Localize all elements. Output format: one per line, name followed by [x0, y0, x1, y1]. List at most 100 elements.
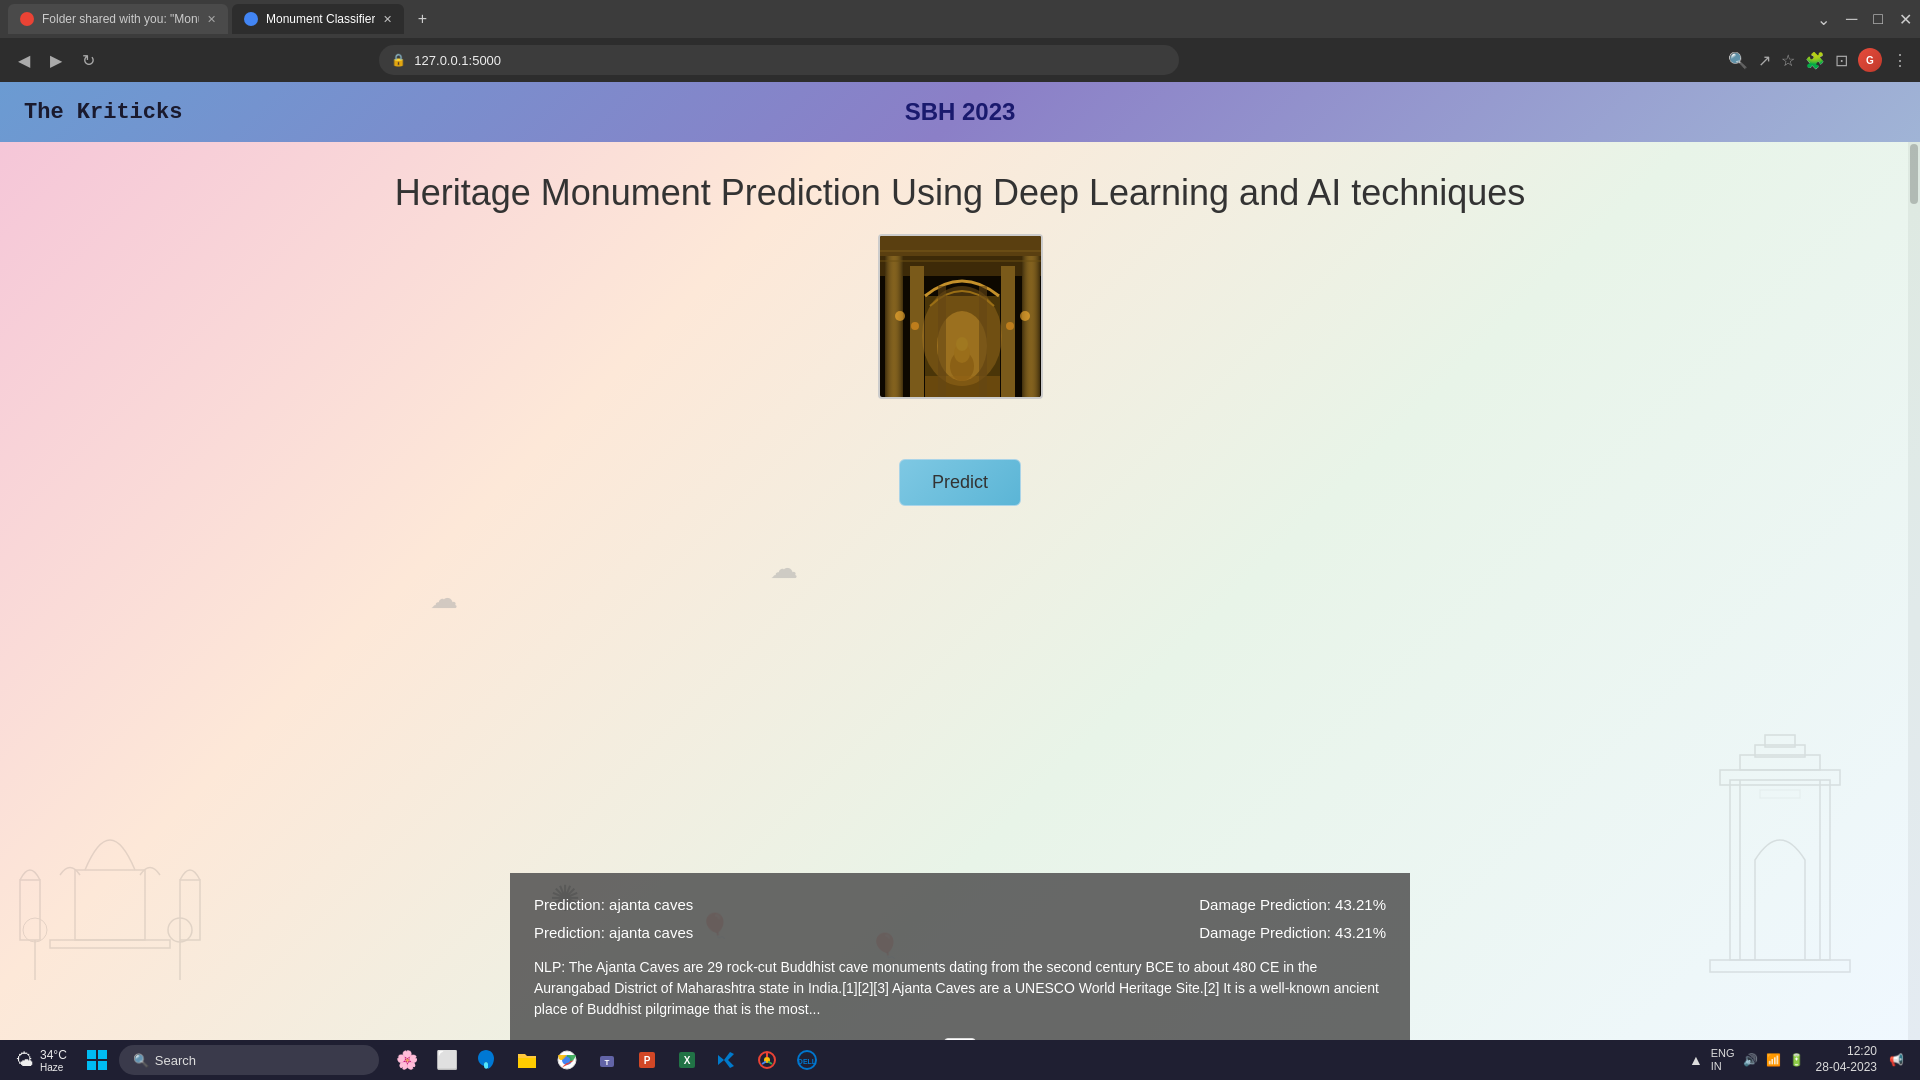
tab-bar: Folder shared with you: "Monum... ✕ Monu…: [0, 0, 1920, 38]
minimize-button[interactable]: ─: [1846, 10, 1857, 28]
svg-rect-41: [87, 1061, 96, 1070]
gmail-tab[interactable]: Folder shared with you: "Monum... ✕: [8, 4, 228, 34]
chrome-logo: [557, 1050, 577, 1070]
taskbar-weather: 🌤 34°C Haze: [8, 1048, 75, 1073]
main-content: Heritage Monument Prediction Using Deep …: [0, 142, 1920, 1040]
address-bar[interactable]: 🔒 127.0.0.1:5000: [379, 45, 1179, 75]
svg-rect-5: [910, 266, 924, 399]
monument-image: [880, 236, 1043, 399]
nav-bar: ◀ ▶ ↻ 🔒 127.0.0.1:5000 🔍 ↗ ☆ 🧩 ⊡ G ⋮: [0, 38, 1920, 82]
monument-decoration-left: [0, 730, 220, 980]
app-tab[interactable]: Monument Classifier ✕: [232, 4, 404, 34]
svg-text:P: P: [643, 1055, 650, 1066]
date-display: 28-04-2023: [1816, 1060, 1877, 1076]
event-title: SBH 2023: [905, 98, 1016, 126]
gmail-favicon: [20, 12, 34, 26]
bookmark-icon[interactable]: ☆: [1781, 51, 1795, 70]
svg-rect-25: [50, 940, 170, 948]
taskbar-search-icon: 🔍: [133, 1053, 149, 1068]
image-upload-area[interactable]: [878, 234, 1043, 399]
powerpoint-icon[interactable]: P: [631, 1044, 663, 1076]
taskbar: 🌤 34°C Haze 🔍 Search 🌸 ⬜: [0, 1040, 1920, 1080]
results-panel: Prediction: ajanta caves Prediction: aja…: [510, 873, 1410, 1040]
app-tab-close[interactable]: ✕: [383, 13, 392, 26]
excel-icon[interactable]: X: [671, 1044, 703, 1076]
zoom-icon[interactable]: 🔍: [1728, 51, 1748, 70]
taskbar-app-icons: 🌸 ⬜: [391, 1044, 823, 1076]
page-title: Heritage Monument Prediction Using Deep …: [395, 172, 1526, 214]
svg-rect-37: [1710, 960, 1850, 972]
svg-rect-4: [885, 256, 903, 399]
url-text: 127.0.0.1:5000: [414, 53, 501, 68]
predict-button[interactable]: Predict: [899, 459, 1021, 506]
svg-rect-7: [1022, 256, 1040, 399]
volume-icon[interactable]: 🔊: [1743, 1053, 1758, 1067]
svg-point-45: [564, 1057, 570, 1063]
share-icon[interactable]: ↗: [1758, 51, 1771, 70]
extensions-icon[interactable]: 🧩: [1805, 51, 1825, 70]
menu-icon[interactable]: ⋮: [1892, 51, 1908, 70]
teams-icon[interactable]: T: [591, 1044, 623, 1076]
start-button[interactable]: [79, 1042, 115, 1078]
task-view-icon[interactable]: ⬜: [431, 1044, 463, 1076]
tray-arrow[interactable]: ▲: [1689, 1052, 1703, 1068]
taskbar-clock[interactable]: 12:20 28-04-2023: [1816, 1044, 1877, 1075]
chrome-icon[interactable]: [551, 1044, 583, 1076]
edge-logo: [477, 1050, 497, 1070]
lang-indicator: ENGIN: [1711, 1047, 1735, 1073]
app-header: The Kriticks SBH 2023: [0, 82, 1920, 142]
battery-icon[interactable]: 🔋: [1789, 1053, 1804, 1067]
weather-icon: 🌤: [16, 1050, 34, 1071]
svg-point-19: [1006, 322, 1014, 330]
svg-rect-38: [1760, 790, 1800, 798]
vscode-logo: [717, 1050, 737, 1070]
scrollbar[interactable]: [1908, 142, 1920, 1040]
taskbar-search[interactable]: 🔍 Search: [119, 1045, 379, 1075]
app-favicon: [244, 12, 258, 26]
taskbar-search-label: Search: [155, 1053, 196, 1068]
monument-decoration-right: [1640, 730, 1920, 980]
windows-logo: [87, 1050, 107, 1070]
widgets-icon[interactable]: 🌸: [391, 1044, 423, 1076]
results-top: Prediction: ajanta caves Prediction: aja…: [534, 893, 1386, 945]
tab-list-button[interactable]: ⌄: [1817, 10, 1830, 29]
wifi-icon[interactable]: 📶: [1766, 1053, 1781, 1067]
svg-rect-40: [98, 1050, 107, 1059]
close-window-button[interactable]: ✕: [1899, 10, 1912, 29]
weather-info: 34°C Haze: [40, 1048, 67, 1073]
profile-avatar[interactable]: G: [1858, 48, 1882, 72]
maximize-button[interactable]: □: [1873, 10, 1883, 28]
nav-right-controls: 🔍 ↗ ☆ 🧩 ⊡ G ⋮: [1728, 48, 1908, 72]
file-explorer-icon[interactable]: [511, 1044, 543, 1076]
svg-rect-39: [87, 1050, 96, 1059]
system-tray: ▲ ENGIN 🔊 📶 🔋: [1689, 1047, 1804, 1073]
edge-icon[interactable]: [471, 1044, 503, 1076]
sidebar-icon[interactable]: ⊡: [1835, 51, 1848, 70]
forward-button[interactable]: ▶: [44, 47, 68, 74]
svg-rect-21: [979, 286, 987, 399]
svg-line-55: [768, 1062, 772, 1065]
dell-logo: DELL: [797, 1050, 817, 1070]
excel-logo: X: [677, 1050, 697, 1070]
scrollbar-thumb[interactable]: [1910, 144, 1918, 204]
refresh-button[interactable]: ↻: [76, 47, 101, 74]
notification-icon[interactable]: 📢: [1889, 1053, 1904, 1067]
gmail-tab-close[interactable]: ✕: [207, 13, 216, 26]
results-damage: Damage Prediction: 43.21% Damage Predict…: [1199, 893, 1386, 945]
svg-text:T: T: [604, 1058, 609, 1067]
back-button[interactable]: ◀: [12, 47, 36, 74]
taskbar-right: ▲ ENGIN 🔊 📶 🔋 12:20 28-04-2023 📢: [1689, 1044, 1912, 1075]
new-tab-button[interactable]: +: [408, 5, 436, 33]
svg-rect-8: [1001, 266, 1015, 399]
damage-label-2: Damage Prediction: 43.21%: [1199, 921, 1386, 945]
vscode-icon[interactable]: [711, 1044, 743, 1076]
time-display: 12:20: [1816, 1044, 1877, 1060]
svg-rect-2: [880, 236, 1043, 256]
results-predictions: Prediction: ajanta caves Prediction: aja…: [534, 893, 693, 945]
chrome2-icon[interactable]: [751, 1044, 783, 1076]
dell-icon[interactable]: DELL: [791, 1044, 823, 1076]
svg-point-17: [1020, 311, 1030, 321]
svg-text:X: X: [683, 1055, 690, 1066]
brand-name: The Kriticks: [24, 100, 182, 125]
weather-condition: Haze: [40, 1062, 67, 1073]
